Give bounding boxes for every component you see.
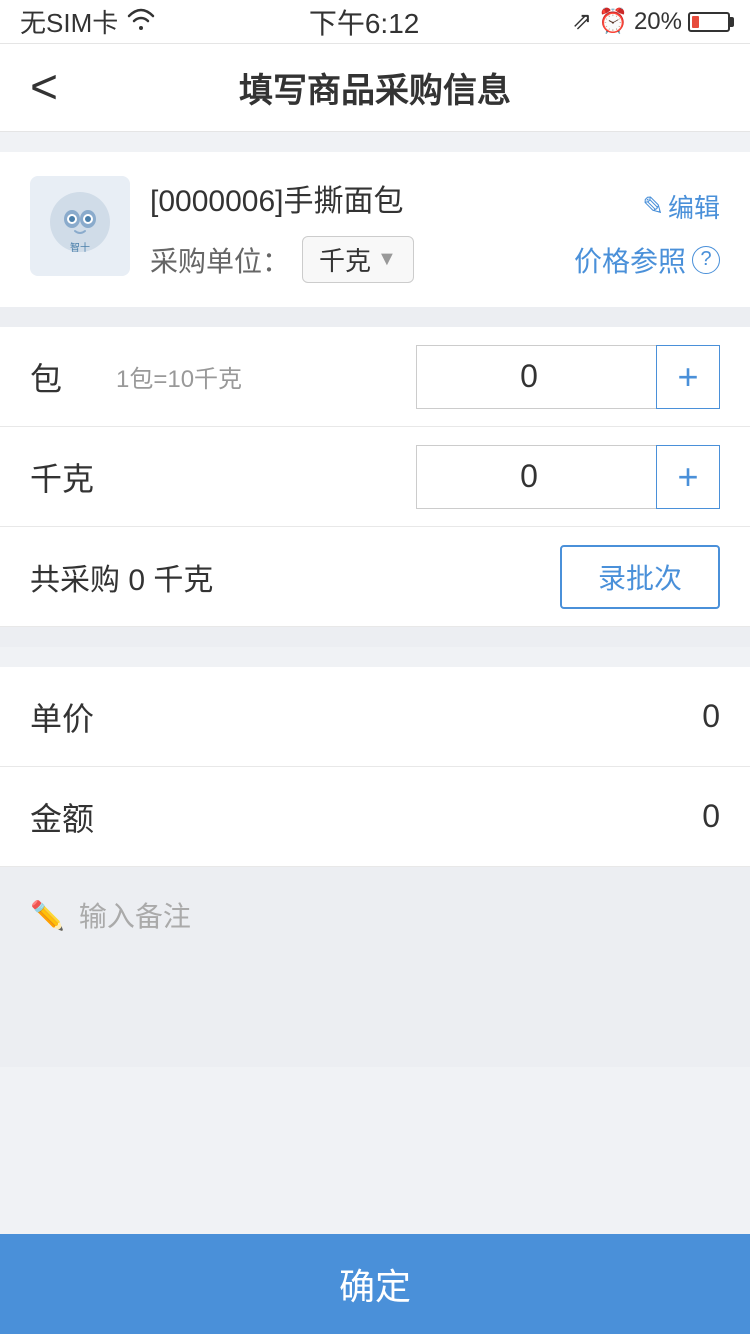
product-owl-icon: 智十 — [45, 187, 115, 266]
kg-plus-button[interactable]: + — [656, 445, 720, 509]
notes-input-row: ✏️ 输入备注 — [30, 895, 720, 935]
battery-icon — [688, 12, 730, 32]
back-button[interactable]: < — [30, 60, 90, 115]
nav-bar: < 填写商品采购信息 — [0, 44, 750, 132]
bag-label: 包 — [30, 354, 110, 400]
divider-1 — [0, 307, 750, 327]
unit-selector[interactable]: 千克 ▼ — [302, 236, 414, 283]
price-reference-button[interactable]: 价格参照 ? — [574, 240, 720, 280]
status-left: 无SIM卡 — [20, 3, 156, 40]
unit-label: 采购单位： — [150, 240, 290, 280]
bag-input-row: 包 1包=10千克 + — [0, 327, 750, 427]
divider-2 — [0, 627, 750, 647]
edit-button[interactable]: ✎ 编辑 — [642, 188, 720, 225]
batch-record-button[interactable]: 录批次 — [560, 545, 720, 609]
summary-text: 共采购 0 千克 — [30, 555, 213, 599]
unit-value: 千克 — [319, 241, 371, 278]
price-ref-label: 价格参照 — [574, 240, 686, 280]
confirm-button[interactable]: 确定 — [0, 1234, 750, 1334]
kg-quantity-input[interactable] — [416, 445, 656, 509]
bag-input-controls: + — [416, 345, 720, 409]
product-thumbnail: 智十 — [30, 176, 130, 276]
battery-percent: 20% — [634, 8, 682, 36]
amount-row: 金额 0 — [0, 767, 750, 867]
summary-row: 共采购 0 千克 录批次 — [0, 527, 750, 627]
kg-label: 千克 — [30, 454, 110, 500]
svg-text:智十: 智十 — [70, 241, 90, 254]
unit-price-value: 0 — [702, 698, 720, 735]
carrier-label: 无SIM卡 — [20, 3, 118, 40]
location-icon: ⇗ — [572, 7, 592, 36]
alarm-icon: ⏰ — [598, 7, 628, 36]
unit-price-row: 单价 0 — [0, 667, 750, 767]
kg-input-row: 千克 + — [0, 427, 750, 527]
product-info: [0000006]手撕面包 ✎ 编辑 采购单位： 千克 ▼ 价格参照 ? — [150, 176, 720, 283]
bag-sublabel: 1包=10千克 — [116, 359, 242, 394]
product-card: 智十 [0000006]手撕面包 ✎ 编辑 采购单位： 千克 ▼ 价格参照 ? — [0, 152, 750, 307]
info-icon: ? — [692, 246, 720, 274]
bag-plus-button[interactable]: + — [656, 345, 720, 409]
wifi-icon — [126, 6, 156, 37]
input-section: 包 1包=10千克 + 千克 + — [0, 327, 750, 527]
kg-input-controls: + — [416, 445, 720, 509]
bag-quantity-input[interactable] — [416, 345, 656, 409]
amount-value: 0 — [702, 798, 720, 835]
time-label: 下午6:12 — [309, 2, 420, 42]
dropdown-arrow-icon: ▼ — [377, 248, 397, 271]
notes-section[interactable]: ✏️ 输入备注 — [0, 867, 750, 1067]
status-right: ⇗ ⏰ 20% — [572, 7, 730, 36]
unit-price-label: 单价 — [30, 694, 94, 740]
amount-label: 金额 — [30, 794, 94, 840]
pencil-icon: ✏️ — [30, 899, 65, 932]
page-title: 填写商品采购信息 — [239, 63, 511, 112]
price-section: 单价 0 金额 0 — [0, 667, 750, 867]
bottom-spacer — [0, 1067, 750, 1167]
product-name: [0000006]手撕面包 — [150, 176, 403, 220]
notes-placeholder: 输入备注 — [79, 895, 191, 935]
status-bar: 无SIM卡 下午6:12 ⇗ ⏰ 20% — [0, 0, 750, 44]
edit-icon: ✎ — [642, 191, 664, 222]
